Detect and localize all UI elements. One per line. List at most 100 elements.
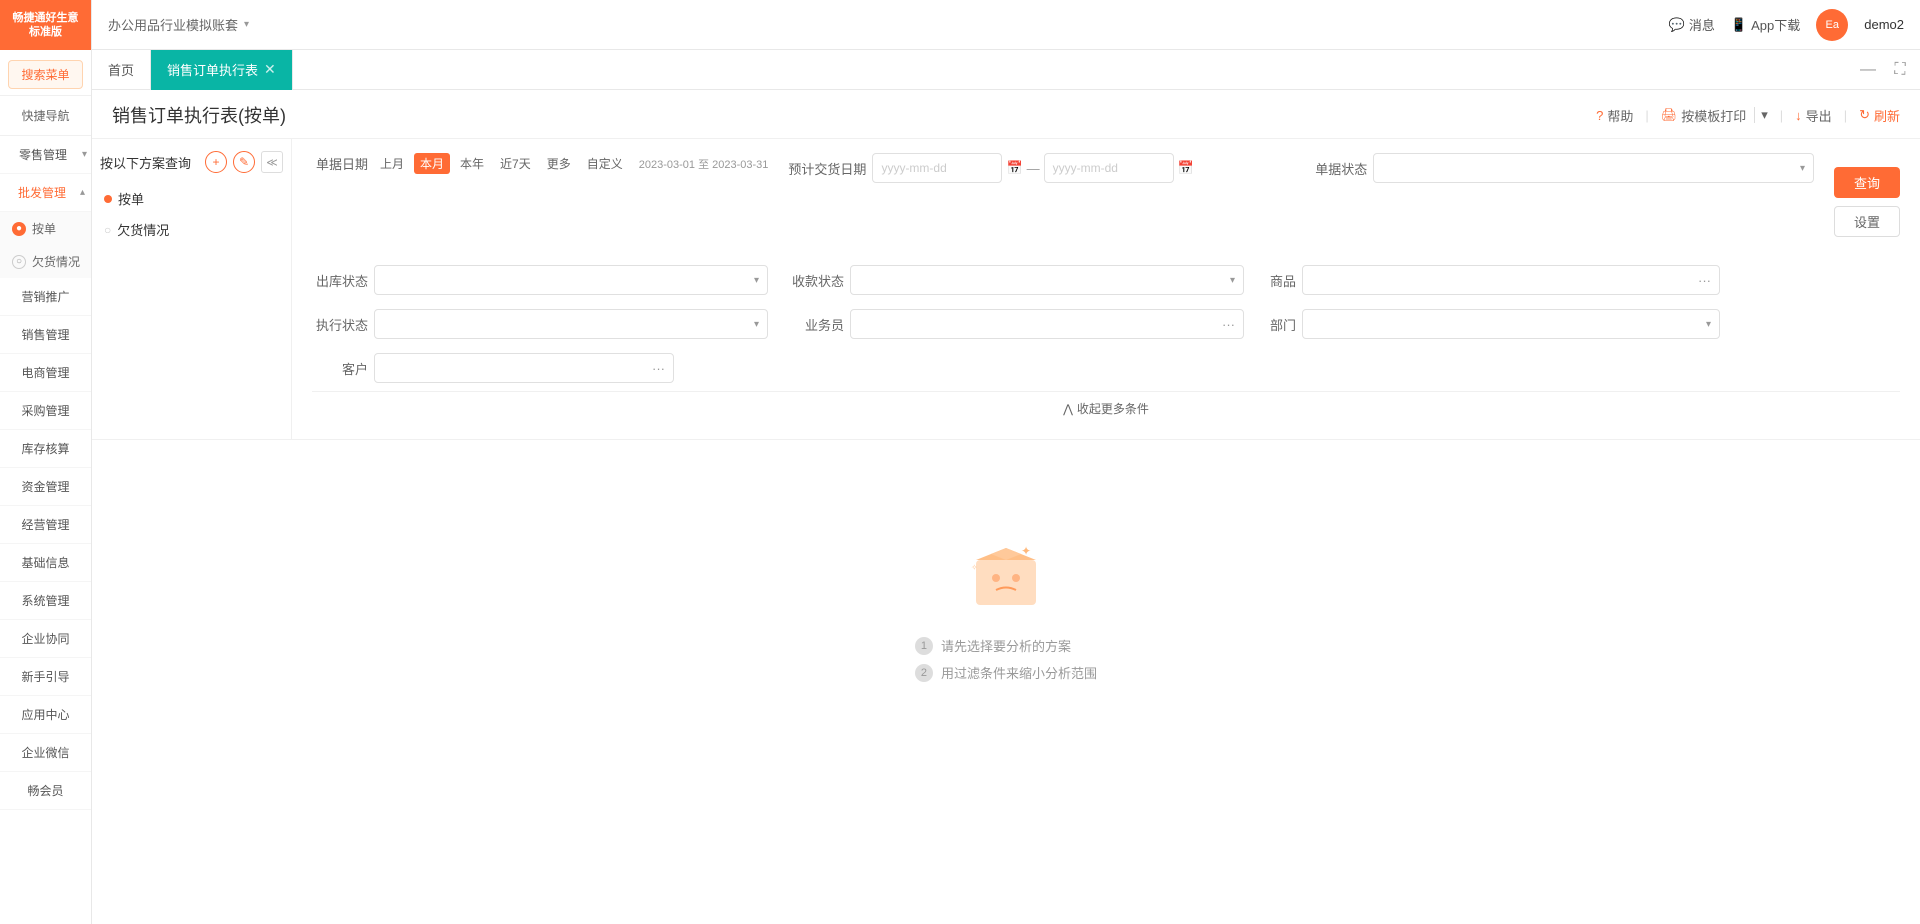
message-button[interactable]: 💬 消息 bbox=[1669, 15, 1715, 34]
export-button[interactable]: ↓ 导出 bbox=[1795, 106, 1832, 125]
header-title-area: 办公用品行业模拟账套 ▾ bbox=[108, 15, 1657, 34]
page-header-actions: ? 帮助 | 🖨 按模板打印 ▾ | ↓ 导出 | bbox=[1596, 106, 1900, 125]
content-area: 销售订单执行表(按单) ? 帮助 | 🖨 按模板打印 ▾ | ↓ bbox=[92, 90, 1920, 924]
active-scheme-indicator bbox=[104, 195, 112, 203]
expected-date-start-input[interactable]: yyyy-mm-dd bbox=[872, 153, 1002, 183]
sidebar-item-member[interactable]: 畅会员 bbox=[0, 772, 91, 810]
refresh-button[interactable]: ↻ 刷新 bbox=[1859, 106, 1900, 125]
sidebar-item-guide[interactable]: 新手引导 bbox=[0, 658, 91, 696]
filter-left-panel: 按以下方案查询 + ✎ ≪ 按单 ○ 欠货情况 bbox=[92, 139, 292, 439]
exec-status-label: 执行状态 bbox=[312, 315, 368, 334]
avatar-initials: Ea bbox=[1826, 19, 1839, 31]
sidebar-item-ecommerce[interactable]: 电商管理 bbox=[0, 354, 91, 392]
filter-scheme-debt[interactable]: ○ 欠货情况 bbox=[100, 214, 283, 245]
page-container: 销售订单执行表(按单) ? 帮助 | 🖨 按模板打印 ▾ | ↓ bbox=[92, 90, 1920, 924]
app-download-icon: 📱 bbox=[1731, 17, 1747, 33]
sidebar-item-retail[interactable]: 零售管理 ▾ bbox=[0, 136, 91, 174]
add-scheme-button[interactable]: + bbox=[205, 151, 227, 173]
collapse-sidebar-button[interactable]: ≪ bbox=[261, 151, 283, 173]
sidebar-item-purchase[interactable]: 采购管理 bbox=[0, 392, 91, 430]
doc-status-chevron-icon: ▾ bbox=[1800, 163, 1805, 174]
expected-date-label: 预计交货日期 bbox=[788, 159, 866, 178]
svg-text:✧: ✧ bbox=[971, 563, 978, 572]
date-tab-this-month[interactable]: 本月 bbox=[414, 153, 450, 174]
out-status-select[interactable]: ▾ bbox=[374, 265, 768, 295]
export-icon: ↓ bbox=[1795, 108, 1802, 123]
sidebar-item-apps[interactable]: 应用中心 bbox=[0, 696, 91, 734]
wholesale-arrow-icon: ▴ bbox=[80, 187, 85, 198]
date-tab-last-month[interactable]: 上月 bbox=[374, 153, 410, 174]
empty-tip-2: 2 用过滤条件来缩小分析范围 bbox=[915, 663, 1097, 682]
account-name: 办公用品行业模拟账套 bbox=[108, 15, 238, 34]
customer-select[interactable]: ··· bbox=[374, 353, 674, 383]
sidebar-item-basic[interactable]: 基础信息 bbox=[0, 544, 91, 582]
exec-status-select[interactable]: ▾ bbox=[374, 309, 768, 339]
help-button[interactable]: ? 帮助 bbox=[1596, 106, 1633, 125]
sidebar-item-coop[interactable]: 企业协同 bbox=[0, 620, 91, 658]
expected-date-end-input[interactable]: yyyy-mm-dd bbox=[1044, 153, 1174, 183]
sidebar-item-sales[interactable]: 销售管理 bbox=[0, 316, 91, 354]
sidebar-quick-nav: 快捷导航 bbox=[0, 96, 91, 136]
help-icon: ? bbox=[1596, 108, 1603, 123]
date-tab-more[interactable]: 更多 bbox=[541, 153, 577, 174]
refresh-icon: ↻ bbox=[1859, 107, 1870, 123]
tab-sales-order[interactable]: 销售订单执行表 ✕ bbox=[151, 50, 293, 90]
separator-2: | bbox=[1780, 108, 1783, 123]
date-range-text: 2023-03-01 至 2023-03-31 bbox=[639, 156, 769, 172]
filter-area: 按以下方案查询 + ✎ ≪ 按单 ○ 欠货情况 bbox=[92, 139, 1920, 440]
collect-status-select[interactable]: ▾ bbox=[850, 265, 1244, 295]
edit-scheme-button[interactable]: ✎ bbox=[233, 151, 255, 173]
date-tab-custom[interactable]: 自定义 bbox=[581, 153, 629, 174]
sidebar-item-inventory[interactable]: 库存核算 bbox=[0, 430, 91, 468]
search-button[interactable]: 查询 bbox=[1834, 167, 1900, 198]
sidebar-item-wholesale[interactable]: 批发管理 ▴ bbox=[0, 174, 91, 212]
salesman-select[interactable]: ··· bbox=[850, 309, 1244, 339]
date-tab-this-year[interactable]: 本年 bbox=[454, 153, 490, 174]
setting-button[interactable]: 设置 bbox=[1834, 206, 1900, 237]
top-header: 办公用品行业模拟账套 ▾ 💬 消息 📱 App下载 Ea demo2 bbox=[92, 0, 1920, 50]
print-dropdown-icon[interactable]: ▾ bbox=[1754, 107, 1768, 123]
retail-arrow-icon: ▾ bbox=[82, 149, 87, 160]
user-name[interactable]: demo2 bbox=[1864, 17, 1904, 32]
exec-status-chevron-icon: ▾ bbox=[754, 319, 759, 330]
filter-right-panel: 单据日期 上月 本月 本年 近7天 更多 自定义 2023-03-01 至 20… bbox=[292, 139, 1920, 439]
page-title: 销售订单执行表(按单) bbox=[112, 102, 286, 128]
filter-left-icon-group: + ✎ ≪ bbox=[205, 151, 283, 173]
date-tab-7days[interactable]: 近7天 bbox=[494, 153, 537, 174]
sidebar-item-wechat[interactable]: 企业微信 bbox=[0, 734, 91, 772]
action-buttons: 查询 设置 bbox=[1834, 153, 1900, 251]
sidebar-item-operation[interactable]: 经营管理 bbox=[0, 506, 91, 544]
salesman-more-icon[interactable]: ··· bbox=[1222, 317, 1235, 332]
sidebar: 畅捷通好生意 标准版 搜索菜单 快捷导航 零售管理 ▾ 批发管理 ▴ ● 按单 … bbox=[0, 0, 92, 924]
sidebar-item-marketing[interactable]: 营销推广 bbox=[0, 278, 91, 316]
cal-icon-start[interactable]: 📅 bbox=[1006, 160, 1022, 176]
print-button[interactable]: 🖨 按模板打印 ▾ bbox=[1661, 106, 1768, 125]
tab-close-icon[interactable]: ✕ bbox=[264, 61, 276, 78]
logo-text: 畅捷通好生意 bbox=[13, 11, 79, 25]
maximize-icon[interactable]: ⛶ bbox=[1888, 58, 1912, 82]
sidebar-item-system[interactable]: 系统管理 bbox=[0, 582, 91, 620]
sidebar-sub-item-order[interactable]: ● 按单 bbox=[0, 212, 91, 245]
goods-select[interactable]: ··· bbox=[1302, 265, 1720, 295]
search-menu-button[interactable]: 搜索菜单 bbox=[8, 60, 83, 89]
svg-text:✦: ✦ bbox=[1021, 544, 1031, 558]
collapse-button[interactable]: ⋀ 收起更多条件 bbox=[1063, 400, 1149, 417]
account-dropdown-icon[interactable]: ▾ bbox=[244, 19, 249, 30]
sidebar-item-finance[interactable]: 资金管理 bbox=[0, 468, 91, 506]
customer-more-icon[interactable]: ··· bbox=[652, 361, 665, 376]
user-avatar[interactable]: Ea bbox=[1816, 9, 1848, 41]
cal-icon-end[interactable]: 📅 bbox=[1178, 160, 1194, 176]
collect-status-chevron-icon: ▾ bbox=[1230, 275, 1235, 286]
dept-select[interactable]: ▾ bbox=[1302, 309, 1720, 339]
sidebar-sub-item-debt[interactable]: ○ 欠货情况 bbox=[0, 245, 91, 278]
minimize-icon[interactable]: — bbox=[1856, 58, 1880, 82]
filter-scheme-order[interactable]: 按单 bbox=[100, 183, 283, 214]
logo-area: 畅捷通好生意 标准版 bbox=[0, 0, 91, 50]
collapse-row: ⋀ 收起更多条件 bbox=[312, 391, 1900, 425]
inactive-scheme-indicator: ○ bbox=[104, 223, 111, 237]
tab-home[interactable]: 首页 bbox=[92, 50, 151, 90]
doc-status-select[interactable]: ▾ bbox=[1373, 153, 1814, 183]
app-download-button[interactable]: 📱 App下载 bbox=[1731, 15, 1800, 34]
quick-nav-button[interactable]: 快捷导航 bbox=[8, 102, 83, 129]
goods-more-icon[interactable]: ··· bbox=[1698, 273, 1711, 288]
